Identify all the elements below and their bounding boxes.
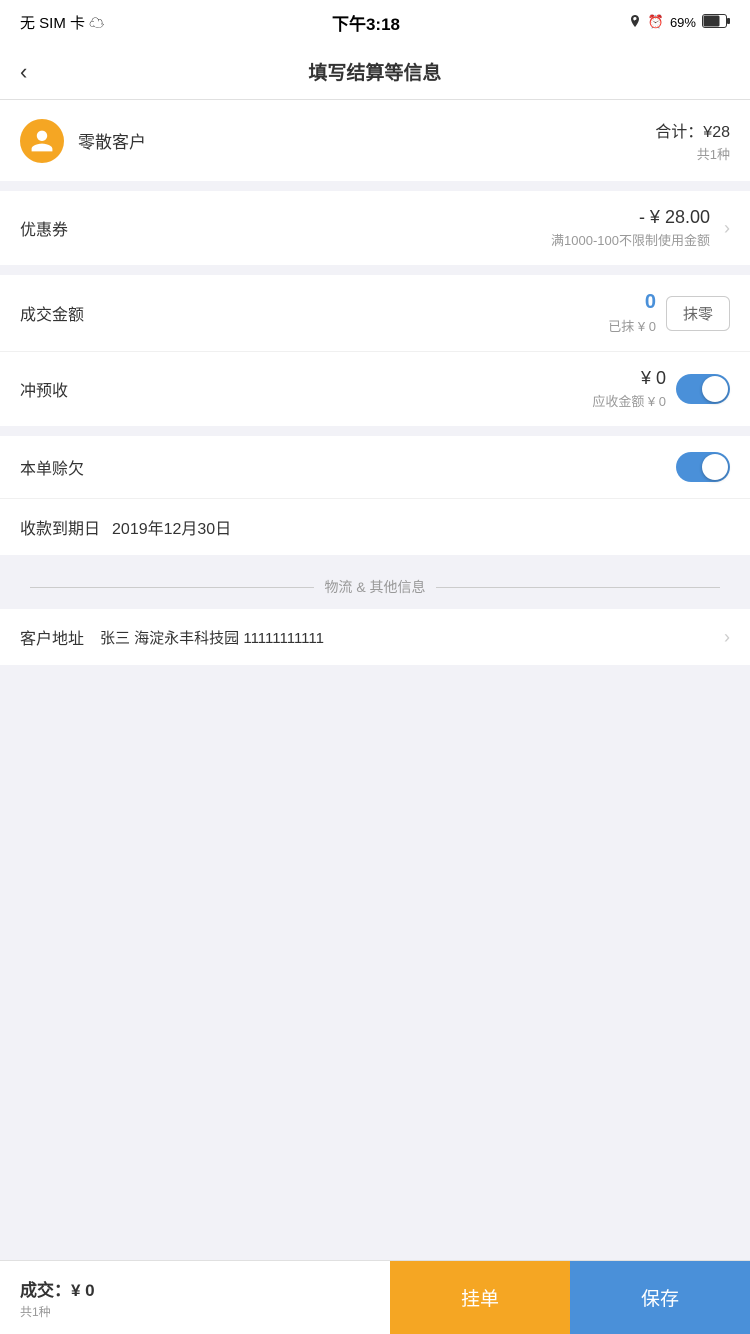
amount-value: 0 xyxy=(608,291,656,314)
bottom-count: 共1种 xyxy=(20,1303,370,1320)
duedate-value: 2019年12月30日 xyxy=(112,515,231,539)
status-right: ⏰ 69% xyxy=(628,14,730,31)
customer-name: 零散客户 xyxy=(78,128,146,153)
prereceive-sub: 应收金额 ¥ 0 xyxy=(592,391,666,410)
location-icon xyxy=(628,14,642,31)
duedate-row[interactable]: 收款到期日 2019年12月30日 xyxy=(0,498,750,555)
bottom-info: 成交：¥ 0 共1种 xyxy=(0,1276,390,1320)
address-chevron-icon: › xyxy=(724,627,730,648)
bottom-deal-label: 成交： xyxy=(20,1281,71,1300)
prereceive-value: ¥ 0 xyxy=(592,368,666,389)
coupon-row[interactable]: 优惠券 - ¥ 28.00 满1000-100不限制使用金额 › xyxy=(0,191,750,265)
amount-section: 成交金额 0 已抹 ¥ 0 抹零 冲预收 ¥ 0 应收金额 ¥ 0 xyxy=(0,275,750,426)
divider-1 xyxy=(0,181,750,191)
amount-row: 成交金额 0 已抹 ¥ 0 抹零 xyxy=(0,275,750,352)
pending-button[interactable]: 挂单 xyxy=(390,1261,570,1334)
back-button[interactable]: ‹ xyxy=(20,59,27,85)
main-content: 零散客户 合计：¥28 共1种 优惠券 - ¥ 28.00 满1000-100不… xyxy=(0,100,750,765)
debt-row: 本单赊欠 xyxy=(0,436,750,498)
sim-status: 无 SIM 卡 ☁ xyxy=(20,12,104,33)
bottom-deal: 成交：¥ 0 xyxy=(20,1276,370,1301)
status-left: 无 SIM 卡 ☁ xyxy=(20,12,104,33)
battery-text: 69% xyxy=(670,15,696,30)
chevron-right-icon: › xyxy=(724,218,730,239)
address-row[interactable]: 客户地址 张三 海淀永丰科技园 11111111111 › xyxy=(0,609,750,665)
amount-sub: 已抹 ¥ 0 xyxy=(608,316,656,335)
debt-label: 本单赊欠 xyxy=(20,455,84,479)
debt-section: 本单赊欠 收款到期日 2019年12月30日 xyxy=(0,436,750,555)
logistics-separator: 物流 & 其他信息 xyxy=(0,565,750,609)
sep-line-left xyxy=(30,587,314,588)
divider-3 xyxy=(0,426,750,436)
prereceive-toggle[interactable] xyxy=(676,374,730,404)
bottom-deal-value: ¥ 0 xyxy=(71,1281,95,1300)
divider-4 xyxy=(0,555,750,565)
bottom-spacer xyxy=(0,665,750,765)
nav-bar: ‹ 填写结算等信息 xyxy=(0,44,750,100)
bottom-bar: 成交：¥ 0 共1种 挂单 保存 xyxy=(0,1260,750,1334)
nav-title: 填写结算等信息 xyxy=(308,58,441,85)
customer-count: 共1种 xyxy=(655,144,730,163)
logistics-label: 物流 & 其他信息 xyxy=(324,577,425,597)
status-time: 下午3:18 xyxy=(332,10,400,35)
coupon-desc: 满1000-100不限制使用金额 xyxy=(551,230,710,249)
debt-toggle[interactable] xyxy=(676,452,730,482)
battery-icon xyxy=(702,14,730,31)
round-button[interactable]: 抹零 xyxy=(666,296,730,331)
duedate-label: 收款到期日 xyxy=(20,515,100,539)
address-value: 张三 海淀永丰科技园 11111111111 xyxy=(100,627,720,648)
amount-label: 成交金额 xyxy=(20,301,84,325)
customer-total: 合计：¥28 xyxy=(655,118,730,142)
sep-line-right xyxy=(436,587,720,588)
divider-2 xyxy=(0,265,750,275)
address-label: 客户地址 xyxy=(20,625,84,649)
prereceive-row: 冲预收 ¥ 0 应收金额 ¥ 0 xyxy=(0,352,750,426)
save-button[interactable]: 保存 xyxy=(570,1261,750,1334)
coupon-section: 优惠券 - ¥ 28.00 满1000-100不限制使用金额 › xyxy=(0,191,750,265)
prereceive-label: 冲预收 xyxy=(20,377,68,401)
customer-avatar xyxy=(20,119,64,163)
status-bar: 无 SIM 卡 ☁ 下午3:18 ⏰ 69% xyxy=(0,0,750,44)
customer-section: 零散客户 合计：¥28 共1种 xyxy=(0,100,750,181)
toggle-knob xyxy=(702,376,728,402)
coupon-value: - ¥ 28.00 xyxy=(551,207,710,228)
coupon-label: 优惠券 xyxy=(20,216,68,240)
alarm-icon: ⏰ xyxy=(648,14,664,30)
debt-toggle-knob xyxy=(702,454,728,480)
